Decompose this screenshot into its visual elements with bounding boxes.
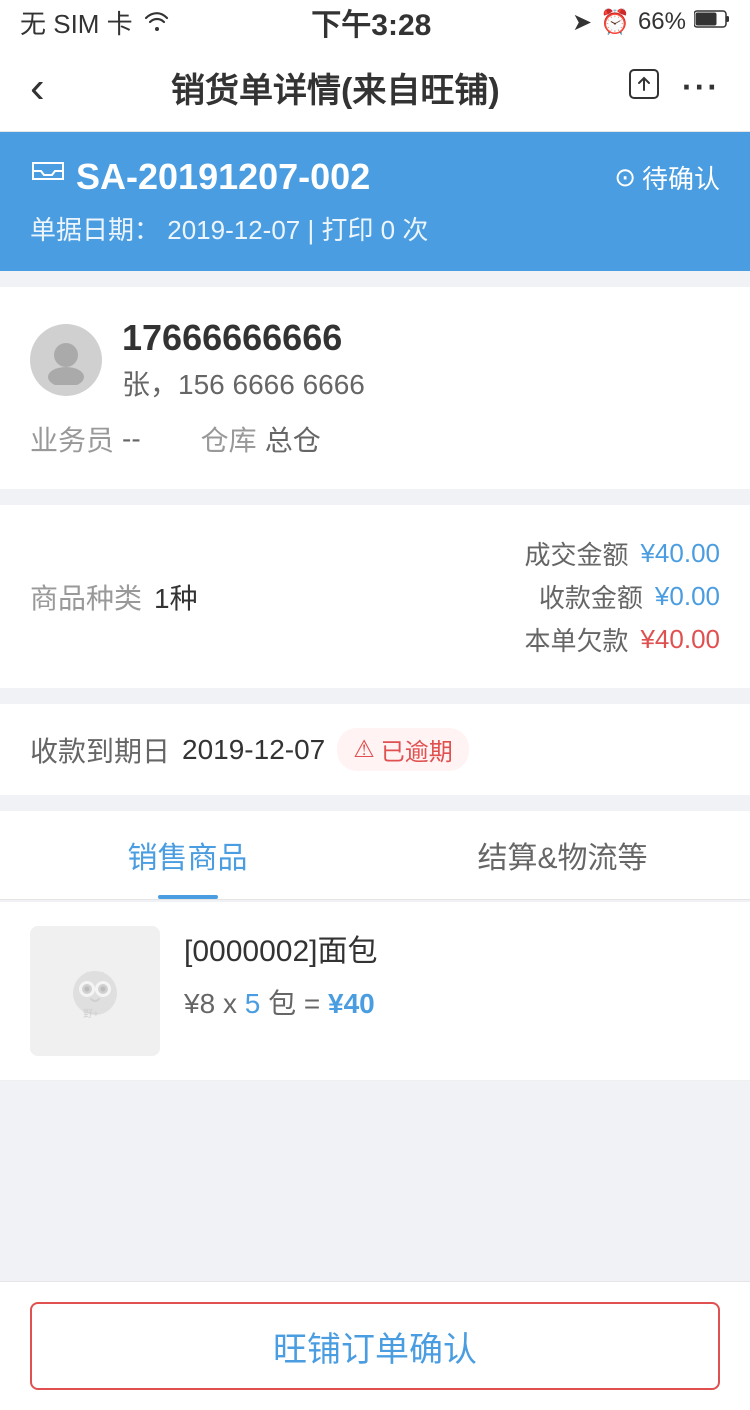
- balance-label: 本单欠款: [524, 621, 628, 658]
- order-date-value: 2019-12-07: [167, 215, 300, 245]
- tab-sales-products[interactable]: 销售商品: [0, 811, 375, 899]
- order-date-row: 单据日期： 2019-12-07 | 打印 0 次: [30, 210, 720, 247]
- alarm-icon: ⏰: [600, 8, 630, 37]
- overdue-badge: ⚠ 已逾期: [337, 728, 469, 771]
- status-right: ➤ ⏰ 66%: [572, 8, 730, 37]
- total-price: ¥40: [328, 988, 375, 1019]
- unit-price: ¥8: [184, 988, 215, 1019]
- received-amount-row: 收款金额 ¥0.00: [539, 578, 720, 615]
- quantity: 5: [245, 988, 261, 1019]
- order-date-label: 单据日期：: [30, 215, 160, 245]
- product-kind-value: 1种: [154, 577, 198, 617]
- product-price: ¥8 x 5 包 = ¥40: [184, 982, 720, 1022]
- customer-info: 17666666666 张，156 6666 6666: [122, 317, 365, 403]
- battery-icon: [694, 8, 730, 36]
- price-separator: x: [223, 988, 245, 1019]
- due-date-label: 收款到期日: [30, 730, 170, 770]
- order-status-text: 待确认: [642, 159, 720, 196]
- content-spacer: [0, 1081, 750, 1281]
- product-item: 野+ [0000002]面包 ¥8 x 5 包 = ¥40: [0, 902, 750, 1081]
- nav-bar: ‹ 销货单详情(来自旺铺) ···: [0, 44, 750, 132]
- deal-amount-row: 成交金额 ¥40.00: [524, 535, 720, 572]
- product-info: [0000002]面包 ¥8 x 5 包 = ¥40: [184, 926, 720, 1022]
- order-status: ⊙ 待确认: [614, 159, 720, 196]
- order-id-container: SA-20191207-002: [30, 156, 370, 198]
- clock-icon: ⊙: [614, 162, 636, 193]
- deal-amount-value: ¥40.00: [640, 538, 720, 569]
- customer-phone: 17666666666: [122, 317, 365, 359]
- wifi-icon: [143, 7, 171, 38]
- inbox-icon: [30, 156, 66, 198]
- status-time: 下午3:28: [311, 0, 431, 44]
- location-icon: ➤: [572, 8, 592, 37]
- bottom-bar: 旺铺订单确认: [0, 1281, 750, 1410]
- due-date-card: 收款到期日 2019-12-07 ⚠ 已逾期: [0, 704, 750, 795]
- tab-settlement-label: 结算&物流等: [477, 833, 647, 877]
- status-left: 无 SIM 卡: [20, 4, 171, 41]
- balance-value: ¥40.00: [640, 624, 720, 655]
- nav-actions: ···: [626, 66, 720, 110]
- received-value: ¥0.00: [655, 581, 720, 612]
- equals: =: [304, 988, 328, 1019]
- page-title: 销货单详情(来自旺铺): [171, 63, 500, 112]
- order-id-text: SA-20191207-002: [76, 156, 370, 198]
- warehouse-label: 仓库: [201, 419, 257, 459]
- warehouse-meta: 仓库 总仓: [201, 419, 321, 459]
- balance-row: 本单欠款 ¥40.00: [524, 621, 720, 658]
- confirm-order-button[interactable]: 旺铺订单确认: [30, 1302, 720, 1390]
- warehouse-value: 总仓: [265, 419, 321, 459]
- share-button[interactable]: [626, 66, 662, 110]
- sales-meta: 业务员 --: [30, 419, 141, 459]
- product-list: 野+ [0000002]面包 ¥8 x 5 包 = ¥40: [0, 902, 750, 1081]
- amounts-section: 成交金额 ¥40.00 收款金额 ¥0.00 本单欠款 ¥40.00: [524, 535, 720, 658]
- tabs-container: 销售商品 结算&物流等: [0, 811, 750, 900]
- unit: 包: [268, 988, 296, 1019]
- summary-card: 商品种类 1种 成交金额 ¥40.00 收款金额 ¥0.00 本单欠款 ¥40.…: [0, 505, 750, 688]
- deal-amount-label: 成交金额: [524, 535, 628, 572]
- customer-card: 17666666666 张，156 6666 6666 业务员 -- 仓库 总仓: [0, 287, 750, 489]
- product-name: [0000002]面包: [184, 926, 720, 970]
- product-thumbnail: 野+: [30, 926, 160, 1056]
- product-kind-label: 商品种类: [30, 577, 142, 617]
- no-sim-text: 无 SIM 卡: [20, 4, 133, 41]
- customer-name-phone: 张，156 6666 6666: [122, 363, 365, 403]
- received-label: 收款金额: [539, 578, 643, 615]
- back-button[interactable]: ‹: [30, 63, 45, 113]
- tab-active-indicator: [158, 895, 218, 899]
- warning-icon: ⚠: [353, 735, 375, 764]
- due-date-value: 2019-12-07: [182, 734, 325, 766]
- sales-label: 业务员: [30, 419, 114, 459]
- more-button[interactable]: ···: [682, 69, 720, 106]
- svg-text:野+: 野+: [83, 1008, 99, 1020]
- order-print-info: | 打印 0 次: [307, 215, 428, 245]
- sales-value: --: [122, 423, 141, 455]
- battery-text: 66%: [638, 8, 686, 36]
- order-header: SA-20191207-002 ⊙ 待确认 单据日期： 2019-12-07 |…: [0, 132, 750, 271]
- tab-settlement[interactable]: 结算&物流等: [375, 811, 750, 899]
- tab-sales-label: 销售商品: [128, 833, 248, 877]
- product-kind-section: 商品种类 1种: [30, 535, 198, 658]
- customer-avatar: [30, 324, 102, 396]
- status-bar: 无 SIM 卡 下午3:28 ➤ ⏰ 66%: [0, 0, 750, 44]
- overdue-text: 已逾期: [381, 732, 453, 767]
